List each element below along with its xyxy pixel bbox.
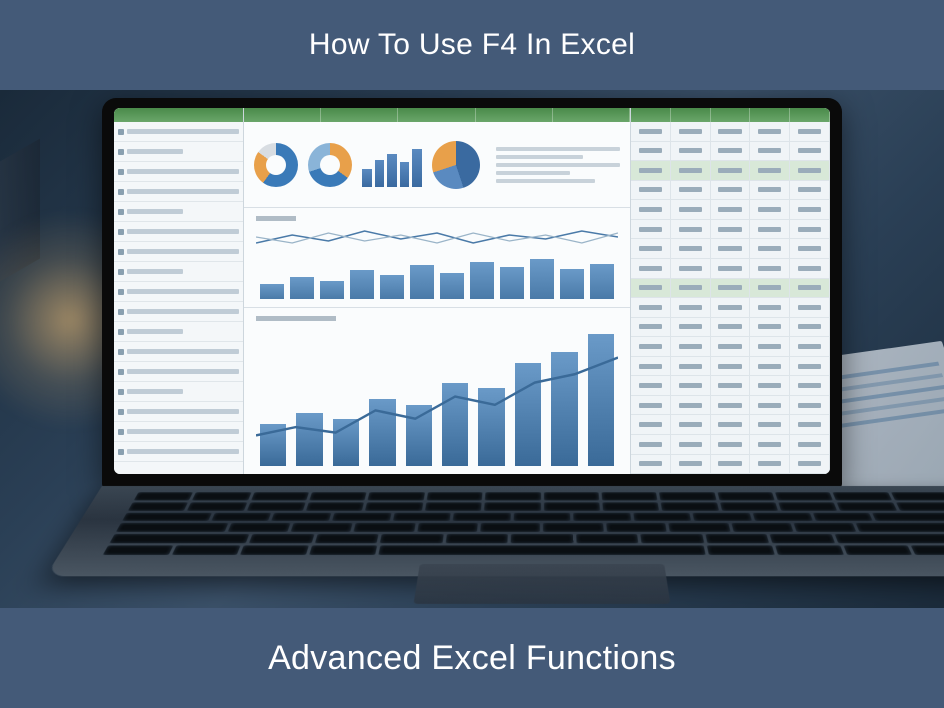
chart-row-bars — [244, 208, 630, 308]
excel-dashboard-screen — [114, 108, 830, 474]
donut-chart-icon — [254, 143, 298, 187]
chart-legend — [490, 147, 620, 183]
laptop-keyboard — [45, 486, 944, 576]
hero-photo-laptop-excel — [0, 90, 944, 608]
excel-charts-panel — [244, 108, 630, 474]
mini-bar-chart-icon — [362, 143, 422, 187]
tutorial-card: How To Use F4 In Excel — [0, 0, 944, 708]
footer-band: Advanced Excel Functions — [0, 608, 944, 708]
line-chart-icon — [256, 225, 618, 249]
bar-chart-icon — [256, 255, 618, 299]
laptop — [102, 98, 842, 608]
laptop-screen-bezel — [102, 98, 842, 488]
header-band: How To Use F4 In Excel — [0, 0, 944, 90]
excel-list-panel — [114, 108, 244, 474]
footer-title: Advanced Excel Functions — [268, 639, 676, 678]
excel-data-grid — [630, 108, 830, 474]
pie-chart-icon — [432, 141, 480, 189]
donut-chart-icon — [308, 143, 352, 187]
laptop-trackpad — [414, 564, 671, 604]
chart-row-donuts — [244, 122, 630, 208]
combo-chart-icon — [256, 327, 618, 466]
chart-row-combo — [244, 308, 630, 474]
header-title: How To Use F4 In Excel — [309, 28, 635, 62]
